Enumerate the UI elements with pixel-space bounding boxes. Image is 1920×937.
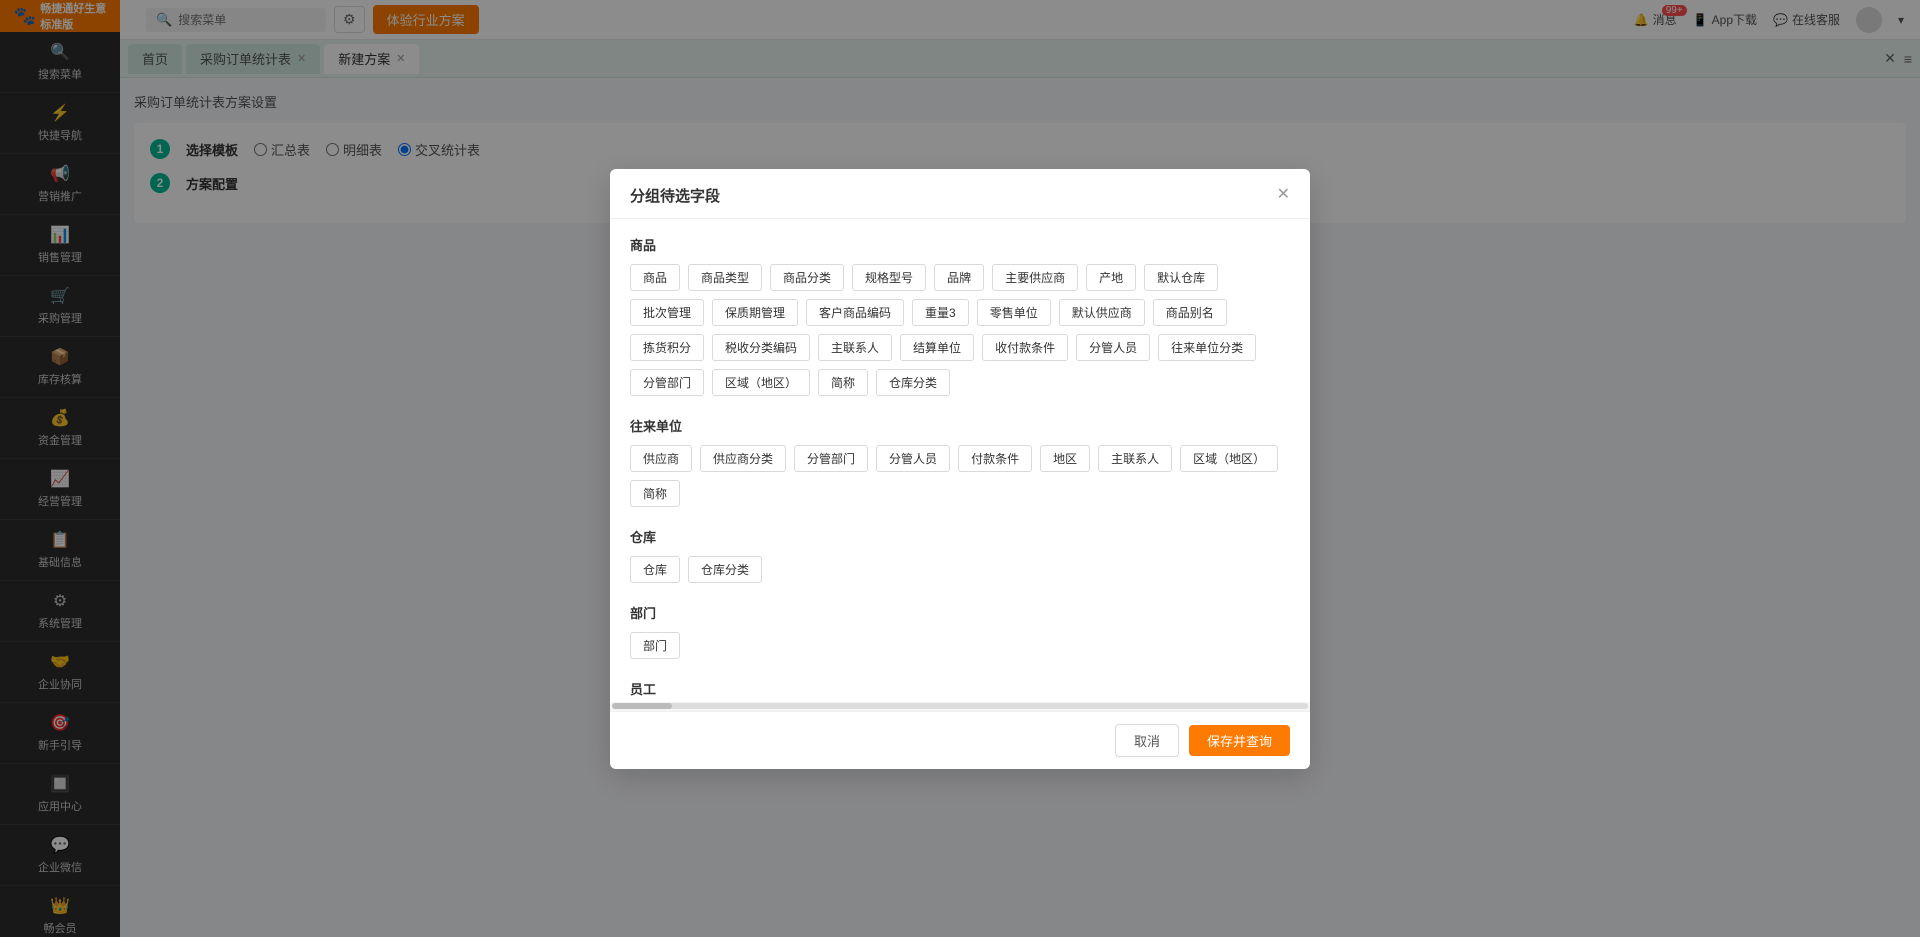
field-partner-category[interactable]: 往来单位分类 [1158,334,1256,361]
field-dept-mgmt[interactable]: 分管部门 [630,369,704,396]
modal-body[interactable]: 商品 商品 商品类型 商品分类 规格型号 品牌 主要供应商 产地 默认仓库 批次… [610,219,1310,702]
partner-fields: 供应商 供应商分类 分管部门 分管人员 付款条件 地区 主联系人 区域（地区） … [630,445,1290,507]
field-dept[interactable]: 部门 [630,632,680,659]
field-payment-terms[interactable]: 收付款条件 [982,334,1068,361]
warehouse-fields: 仓库 仓库分类 [630,556,1290,583]
section-dept: 部门 部门 [630,603,1290,659]
field-dept-partner[interactable]: 分管部门 [794,445,868,472]
field-product-category[interactable]: 商品分类 [770,264,844,291]
field-pick-score[interactable]: 拣货积分 [630,334,704,361]
section-partner-title: 往来单位 [630,416,1290,435]
field-product-alias[interactable]: 商品别名 [1153,299,1227,326]
field-warehouse-category[interactable]: 仓库分类 [876,369,950,396]
section-product-title: 商品 [630,235,1290,254]
field-spec-model[interactable]: 规格型号 [852,264,926,291]
field-main-supplier[interactable]: 主要供应商 [992,264,1078,291]
section-warehouse-title: 仓库 [630,527,1290,546]
modal-hscroll-thumb [612,703,672,709]
field-retail-unit[interactable]: 零售单位 [977,299,1051,326]
field-origin[interactable]: 产地 [1086,264,1136,291]
field-staff-partner[interactable]: 分管人员 [876,445,950,472]
field-weight3[interactable]: 重量3 [912,299,969,326]
field-short-name[interactable]: 简称 [818,369,868,396]
product-fields: 商品 商品类型 商品分类 规格型号 品牌 主要供应商 产地 默认仓库 批次管理 … [630,264,1290,396]
modal-header: 分组待选字段 ✕ [610,169,1310,219]
modal-footer: 取消 保存并查询 [610,711,1310,769]
section-warehouse: 仓库 仓库 仓库分类 [630,527,1290,583]
modal-close-button[interactable]: ✕ [1277,187,1290,203]
field-short-name-partner[interactable]: 简称 [630,480,680,507]
field-region-partner[interactable]: 区域（地区） [1180,445,1278,472]
modal-title: 分组待选字段 [630,185,720,206]
section-dept-title: 部门 [630,603,1290,622]
modal-hscroll-track [612,703,1308,709]
field-main-contact[interactable]: 主联系人 [818,334,892,361]
save-button[interactable]: 保存并查询 [1189,725,1290,756]
field-payment-cond[interactable]: 付款条件 [958,445,1032,472]
field-supplier-cat[interactable]: 供应商分类 [700,445,786,472]
modal-hscrollbar[interactable] [610,702,1310,711]
section-staff: 员工 业务员 [630,679,1290,702]
field-product-type[interactable]: 商品类型 [688,264,762,291]
field-supplier[interactable]: 供应商 [630,445,692,472]
field-cust-code[interactable]: 客户商品编码 [806,299,904,326]
field-batch-mgmt[interactable]: 批次管理 [630,299,704,326]
field-warehouse-cat[interactable]: 仓库分类 [688,556,762,583]
field-tax-code[interactable]: 税收分类编码 [712,334,810,361]
field-brand[interactable]: 品牌 [934,264,984,291]
section-staff-title: 员工 [630,679,1290,698]
field-product[interactable]: 商品 [630,264,680,291]
field-supervisor[interactable]: 分管人员 [1076,334,1150,361]
field-select-modal: 分组待选字段 ✕ 商品 商品 商品类型 商品分类 规格型号 品牌 主要供应商 产… [610,169,1310,769]
dept-fields: 部门 [630,632,1290,659]
section-partner: 往来单位 供应商 供应商分类 分管部门 分管人员 付款条件 地区 主联系人 区域… [630,416,1290,507]
modal-overlay: 分组待选字段 ✕ 商品 商品 商品类型 商品分类 规格型号 品牌 主要供应商 产… [0,0,1920,937]
section-product: 商品 商品 商品类型 商品分类 规格型号 品牌 主要供应商 产地 默认仓库 批次… [630,235,1290,396]
field-settle-unit[interactable]: 结算单位 [900,334,974,361]
field-shelf-life[interactable]: 保质期管理 [712,299,798,326]
cancel-button[interactable]: 取消 [1115,724,1179,757]
field-region[interactable]: 区域（地区） [712,369,810,396]
field-default-supplier[interactable]: 默认供应商 [1059,299,1145,326]
field-district[interactable]: 地区 [1040,445,1090,472]
field-warehouse[interactable]: 仓库 [630,556,680,583]
field-default-warehouse[interactable]: 默认仓库 [1144,264,1218,291]
field-main-contact-partner[interactable]: 主联系人 [1098,445,1172,472]
